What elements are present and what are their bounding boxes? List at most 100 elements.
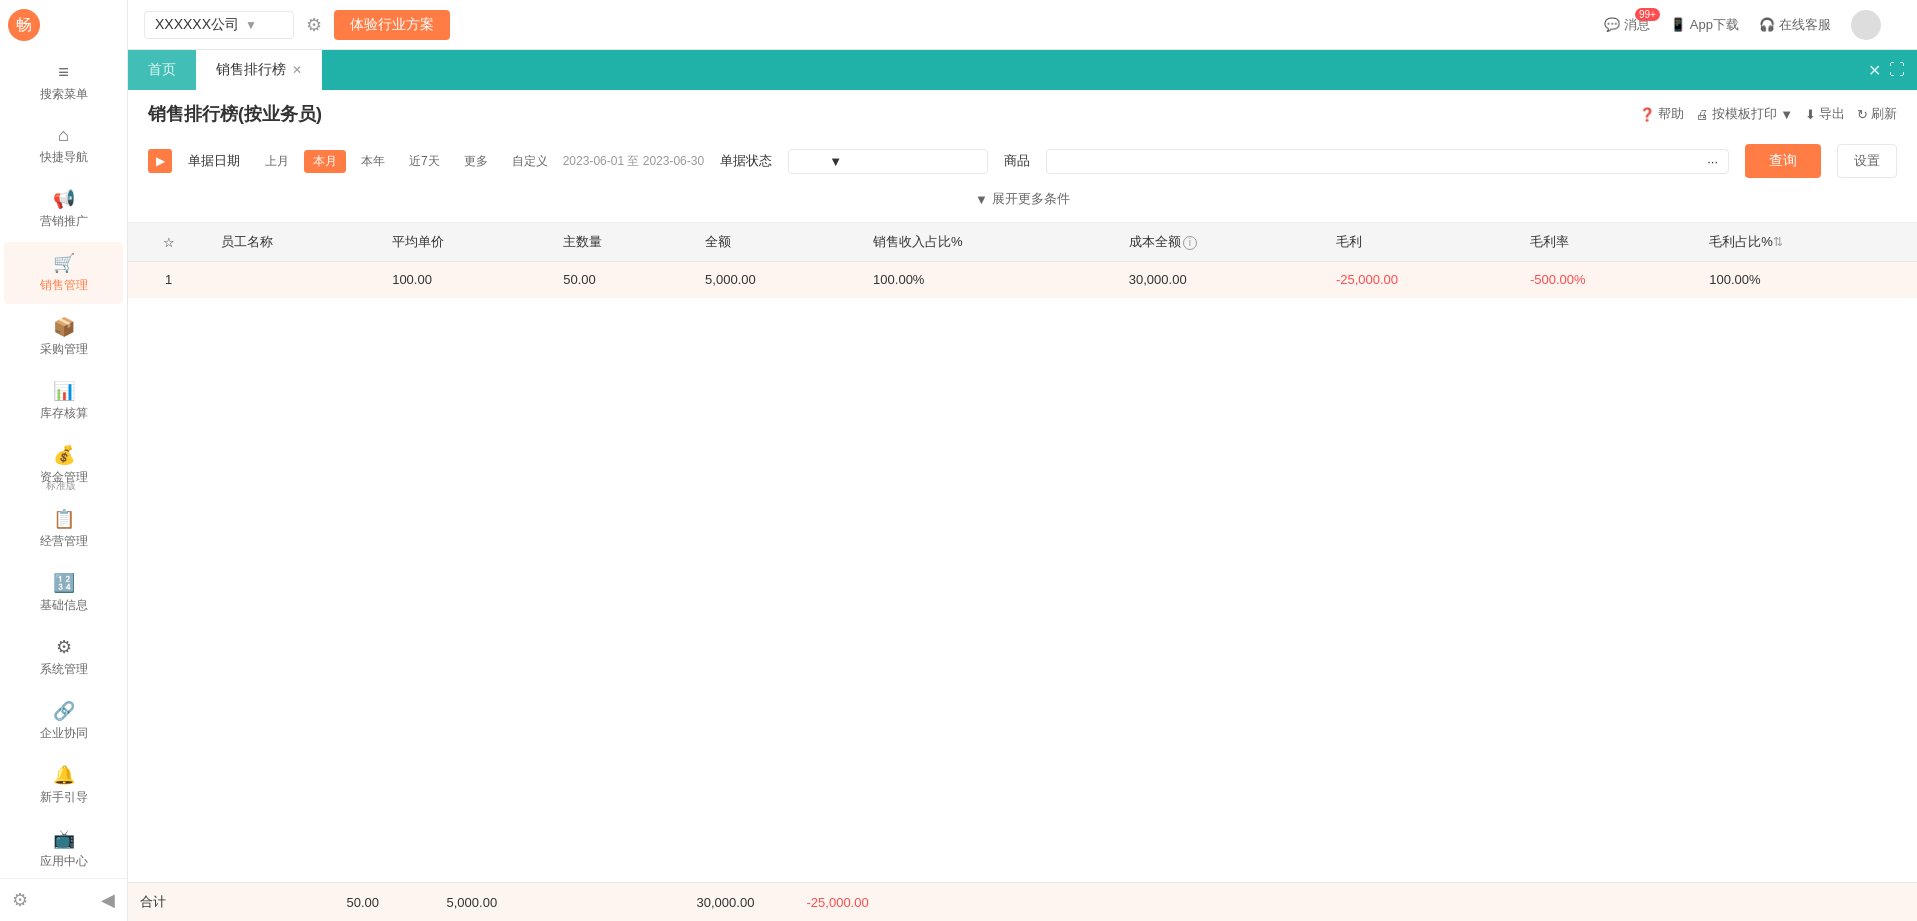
trial-button[interactable]: 体验行业方案: [334, 10, 450, 40]
table-body: 1 100.00 50.00 5,000.00 100.00% 30,000.0…: [128, 262, 1917, 298]
search-order-label: 搜索菜单: [40, 86, 88, 103]
sidebar-nav: ≡搜索菜单⌂快捷导航📢营销推广🛒销售管理📦采购管理📊库存核算 💰 资金管理 📋经营管理…: [0, 50, 127, 878]
this-month-btn[interactable]: 本月: [304, 150, 346, 173]
app-download-button[interactable]: 📱 App下载: [1670, 16, 1739, 34]
custom-date-btn[interactable]: 自定义: [503, 150, 557, 173]
topbar-gear-icon[interactable]: ⚙: [306, 14, 322, 36]
footer-label: 合计: [140, 893, 217, 911]
operation-label: 经营管理: [40, 533, 88, 550]
expand-icon: ▼: [975, 192, 988, 207]
collapse-icon[interactable]: ◀: [101, 889, 115, 911]
table-area: ☆ 员工名称 平均单价 主数量 全额 销售收入占比% 成本全额i 毛利 毛利率: [128, 223, 1917, 882]
message-button[interactable]: 💬 消息 99+: [1604, 16, 1650, 34]
col-profit-rate: 毛利率: [1518, 223, 1697, 262]
company-selector[interactable]: XXXXXX公司 ▼: [144, 11, 294, 39]
page-actions: ❓ 帮助 🖨 按模板打印 ▼ ⬇ 导出 ↻ 刷新: [1639, 105, 1897, 123]
sidebar-item-search-order[interactable]: ≡搜索菜单: [4, 52, 123, 113]
status-filter-label: 单据状态: [720, 152, 772, 170]
date-range-text: 2023-06-01 至 2023-06-30: [563, 153, 704, 170]
page-header: 销售排行榜(按业务员) ❓ 帮助 🖨 按模板打印 ▼ ⬇ 导出 ↻ 刷新: [128, 90, 1917, 134]
status-select[interactable]: ▼: [788, 149, 988, 174]
apps-icon: 📺: [53, 828, 75, 850]
settings-icon[interactable]: ⚙: [12, 889, 28, 911]
more-date-btn[interactable]: 更多: [455, 150, 497, 173]
sidebar-item-guide[interactable]: 🔔新手引导: [4, 754, 123, 816]
sidebar-item-operation[interactable]: 📋经营管理: [4, 498, 123, 560]
app-label: App下载: [1690, 16, 1739, 34]
enterprise-icon: 🔗: [53, 700, 75, 722]
query-button[interactable]: 查询: [1745, 144, 1821, 178]
col-cost: 成本全额i: [1117, 223, 1324, 262]
settings-button[interactable]: 设置: [1837, 144, 1897, 178]
cell-avg-price: 100.00: [380, 262, 551, 298]
table-footer: 合计 50.00 5,000.00 30,000.00 -25,000.00: [128, 882, 1917, 921]
company-name: XXXXXX公司: [155, 16, 239, 34]
export-button[interactable]: ⬇ 导出: [1805, 105, 1845, 123]
expand-filter-button[interactable]: ▶: [148, 149, 172, 173]
user-avatar[interactable]: [1851, 10, 1881, 40]
sales-rank-tab-label: 销售排行榜: [216, 61, 286, 79]
cell-cost: 30,000.00: [1117, 262, 1324, 298]
purchase-label: 采购管理: [40, 341, 88, 358]
system-icon: ⚙: [56, 636, 72, 658]
cell-sales-pct: 100.00%: [861, 262, 1117, 298]
sidebar-item-inventory[interactable]: 📊库存核算: [4, 370, 123, 432]
sidebar-item-enterprise[interactable]: 🔗企业协同: [4, 690, 123, 752]
last-month-btn[interactable]: 上月: [256, 150, 298, 173]
cell-profit-rate: -500.00%: [1518, 262, 1697, 298]
sidebar-item-quick-nav[interactable]: ⌂快捷导航: [4, 115, 123, 176]
filter-row-1: ▶ 单据日期 上月 本月 本年 近7天 更多 自定义 2023-06-01 至 …: [148, 144, 1897, 178]
col-sales-pct: 销售收入占比%: [861, 223, 1117, 262]
finance-label: 资金管理: [40, 469, 88, 486]
tab-home[interactable]: 首页: [128, 50, 196, 90]
filter-area: ▶ 单据日期 上月 本月 本年 近7天 更多 自定义 2023-06-01 至 …: [128, 134, 1917, 223]
cell-name: [209, 262, 380, 298]
apps-label: 应用中心: [40, 853, 88, 870]
service-icon: 🎧: [1759, 17, 1775, 32]
tabbar: 首页 销售排行榜 ✕ ✕ ⛶: [128, 50, 1917, 90]
tab-sales-rank[interactable]: 销售排行榜 ✕: [196, 50, 322, 90]
goods-more-icon: ···: [1707, 154, 1718, 169]
tab-close-all-icon[interactable]: ✕: [1868, 61, 1881, 80]
sidebar-item-sales[interactable]: 🛒销售管理: [4, 242, 123, 304]
finance-icon: 💰: [53, 444, 75, 466]
sidebar-item-apps[interactable]: 📺 应用中心: [4, 818, 123, 878]
sidebar-item-purchase[interactable]: 📦采购管理: [4, 306, 123, 368]
system-label: 系统管理: [40, 661, 88, 678]
help-label: 帮助: [1658, 105, 1684, 123]
cell-qty: 50.00: [551, 262, 693, 298]
cell-profit: -25,000.00: [1324, 262, 1518, 298]
col-profit: 毛利: [1324, 223, 1518, 262]
last-7-days-btn[interactable]: 近7天: [400, 150, 449, 173]
sidebar-item-marketing[interactable]: 📢营销推广: [4, 178, 123, 240]
sort-icon[interactable]: ⇅: [1773, 235, 1783, 249]
help-button[interactable]: ❓ 帮助: [1639, 105, 1684, 123]
print-dropdown-icon: ▼: [1780, 107, 1793, 122]
table-row: 1 100.00 50.00 5,000.00 100.00% 30,000.0…: [128, 262, 1917, 298]
footer-cost: 30,000.00: [697, 895, 807, 910]
footer-profit: -25,000.00: [807, 895, 917, 910]
inventory-icon: 📊: [53, 380, 75, 402]
print-icon: 🖨: [1696, 107, 1709, 122]
cost-info-icon[interactable]: i: [1183, 236, 1197, 250]
footer-qty: 50.00: [347, 895, 447, 910]
online-service-button[interactable]: 🎧 在线客服: [1759, 16, 1831, 34]
refresh-button[interactable]: ↻ 刷新: [1857, 105, 1897, 123]
sidebar-item-basic[interactable]: 🔢基础信息: [4, 562, 123, 624]
basic-icon: 🔢: [53, 572, 75, 594]
status-select-arrow: ▼: [829, 154, 842, 169]
topbar-right: 💬 消息 99+ 📱 App下载 🎧 在线客服: [1604, 10, 1901, 40]
message-icon: 💬: [1604, 17, 1620, 32]
date-filter-label: 单据日期: [188, 152, 240, 170]
expand-conditions-btn[interactable]: ▼ 展开更多条件: [148, 186, 1897, 212]
this-year-btn[interactable]: 本年: [352, 150, 394, 173]
sidebar-item-system[interactable]: ⚙ 系统管理: [4, 626, 123, 688]
sidebar-item-finance[interactable]: 💰 资金管理: [4, 434, 123, 496]
tab-close-icon[interactable]: ✕: [292, 63, 302, 77]
service-label: 在线客服: [1779, 16, 1831, 34]
goods-input[interactable]: ···: [1046, 149, 1729, 174]
tab-fullscreen-icon[interactable]: ⛶: [1889, 61, 1905, 79]
tabbar-actions: ✕ ⛶: [1868, 61, 1917, 80]
print-button[interactable]: 🖨 按模板打印 ▼: [1696, 105, 1793, 123]
guide-icon: 🔔: [53, 764, 75, 786]
